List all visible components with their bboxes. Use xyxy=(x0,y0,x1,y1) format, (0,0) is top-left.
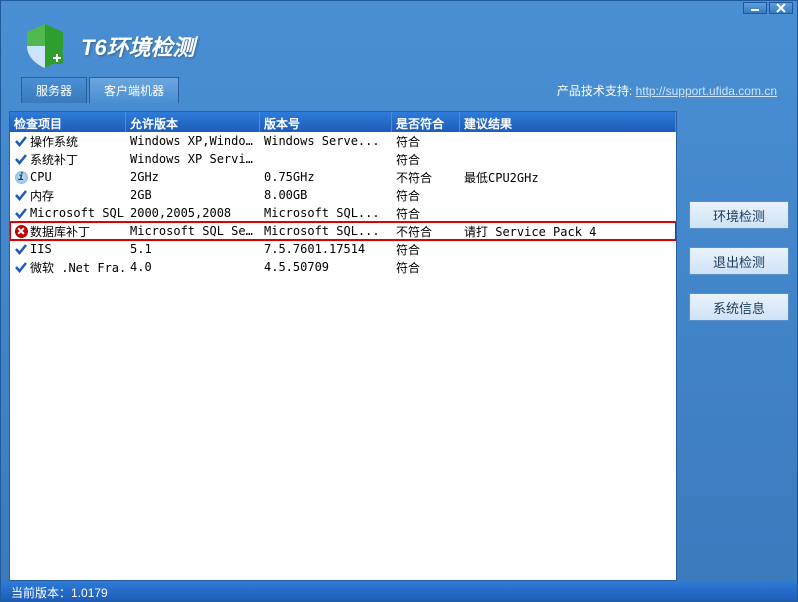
row-name: Microsoft SQL... xyxy=(30,206,126,220)
cell-allowed: 5.1 xyxy=(126,240,260,258)
check-icon xyxy=(14,152,28,166)
cell-check-item: CPU xyxy=(10,168,126,186)
check-icon xyxy=(14,206,28,220)
info-icon xyxy=(14,170,28,184)
cell-version: 4.5.50709 xyxy=(260,258,392,276)
cell-version xyxy=(260,157,392,161)
cell-check-item: 内存 xyxy=(10,185,126,206)
close-button[interactable] xyxy=(769,2,793,14)
row-name: CPU xyxy=(30,170,52,184)
cell-check-item: 数据库补丁 xyxy=(10,221,126,242)
exit-check-button[interactable]: 退出检测 xyxy=(689,247,789,275)
table-header: 检查项目 允许版本 版本号 是否符合 建议结果 xyxy=(10,112,676,132)
cell-suggestion xyxy=(460,139,676,143)
cell-version: 8.00GB xyxy=(260,186,392,204)
table-body: 操作系统 Windows XP,Window...Windows Serve...… xyxy=(10,132,676,276)
support-label: 产品技术支持: xyxy=(557,84,632,98)
row-name: 操作系统 xyxy=(30,133,78,150)
minimize-button[interactable] xyxy=(743,2,767,14)
cell-match: 不符合 xyxy=(392,221,460,242)
row-name: 内存 xyxy=(30,187,54,204)
tab-server[interactable]: 服务器 xyxy=(21,77,87,103)
env-check-button[interactable]: 环境检测 xyxy=(689,201,789,229)
cell-suggestion xyxy=(460,265,676,269)
cell-allowed: Windows XP,Window... xyxy=(126,132,260,150)
statusbar: 当前版本：1.0179 xyxy=(1,581,797,601)
row-name: IIS xyxy=(30,242,52,256)
check-icon xyxy=(14,260,28,274)
side-buttons: 环境检测 退出检测 系统信息 xyxy=(689,111,789,581)
row-name: 系统补丁 xyxy=(30,151,78,168)
table-row[interactable]: 数据库补丁 Microsoft SQL Ser...Microsoft SQL..… xyxy=(10,222,676,240)
cell-allowed: 2GHz xyxy=(126,168,260,186)
cell-suggestion xyxy=(460,157,676,161)
table-row[interactable]: 微软 .Net Fra...4.04.5.50709符合 xyxy=(10,258,676,276)
app-window: T6环境检测 服务器 客户端机器 产品技术支持: http://support.… xyxy=(0,0,798,602)
tab-row: 服务器 客户端机器 产品技术支持: http://support.ufida.c… xyxy=(1,77,797,103)
table-row[interactable]: IIS5.17.5.7601.17514符合 xyxy=(10,240,676,258)
cell-version: Microsoft SQL... xyxy=(260,222,392,240)
table-row[interactable]: 操作系统 Windows XP,Window...Windows Serve...… xyxy=(10,132,676,150)
table-row[interactable]: 系统补丁Windows XP Servic...符合 xyxy=(10,150,676,168)
cell-check-item: 微软 .Net Fra... xyxy=(10,257,126,278)
cell-allowed: 2GB xyxy=(126,186,260,204)
cell-check-item: 系统补丁 xyxy=(10,149,126,170)
cell-version: 0.75GHz xyxy=(260,168,392,186)
row-name: 微软 .Net Fra... xyxy=(30,259,126,276)
cell-check-item: Microsoft SQL... xyxy=(10,204,126,222)
tab-client[interactable]: 客户端机器 xyxy=(89,77,179,103)
th-suggestion[interactable]: 建议结果 xyxy=(460,112,676,132)
cell-suggestion xyxy=(460,247,676,251)
titlebar xyxy=(1,1,797,15)
cell-version: Microsoft SQL... xyxy=(260,204,392,222)
version-label: 当前版本： xyxy=(11,586,71,600)
version-value: 1.0179 xyxy=(71,586,108,600)
cell-allowed: 2000,2005,2008 xyxy=(126,204,260,222)
content-area: 检查项目 允许版本 版本号 是否符合 建议结果 操作系统 Windows XP,W… xyxy=(1,103,797,589)
support-text: 产品技术支持: http://support.ufida.com.cn xyxy=(557,82,777,99)
error-icon xyxy=(14,224,28,238)
check-icon xyxy=(14,134,28,148)
th-check-item[interactable]: 检查项目 xyxy=(10,112,126,132)
cell-version: Windows Serve... xyxy=(260,132,392,150)
cell-suggestion xyxy=(460,193,676,197)
cell-check-item: IIS xyxy=(10,240,126,258)
check-icon xyxy=(14,242,28,256)
th-match[interactable]: 是否符合 xyxy=(392,112,460,132)
cell-allowed: 4.0 xyxy=(126,258,260,276)
cell-version: 7.5.7601.17514 xyxy=(260,240,392,258)
shield-logo-icon xyxy=(21,22,69,70)
table-row[interactable]: Microsoft SQL...2000,2005,2008Microsoft … xyxy=(10,204,676,222)
row-name: 数据库补丁 xyxy=(30,223,90,240)
cell-suggestion xyxy=(460,211,676,215)
support-link[interactable]: http://support.ufida.com.cn xyxy=(636,84,777,98)
th-version-no[interactable]: 版本号 xyxy=(260,112,392,132)
check-icon xyxy=(14,188,28,202)
cell-suggestion: 请打 Service Pack 4 xyxy=(460,221,676,242)
cell-allowed: Microsoft SQL Ser... xyxy=(126,222,260,240)
cell-match: 符合 xyxy=(392,257,460,278)
cell-allowed: Windows XP Servic... xyxy=(126,150,260,168)
cell-suggestion: 最低CPU2GHz xyxy=(460,167,676,188)
table-row[interactable]: CPU2GHz0.75GHz不符合最低CPU2GHz xyxy=(10,168,676,186)
header: T6环境检测 xyxy=(1,15,797,77)
app-title: T6环境检测 xyxy=(81,30,195,62)
check-table: 检查项目 允许版本 版本号 是否符合 建议结果 操作系统 Windows XP,W… xyxy=(9,111,677,581)
table-row[interactable]: 内存2GB8.00GB符合 xyxy=(10,186,676,204)
th-allowed-version[interactable]: 允许版本 xyxy=(126,112,260,132)
sys-info-button[interactable]: 系统信息 xyxy=(689,293,789,321)
